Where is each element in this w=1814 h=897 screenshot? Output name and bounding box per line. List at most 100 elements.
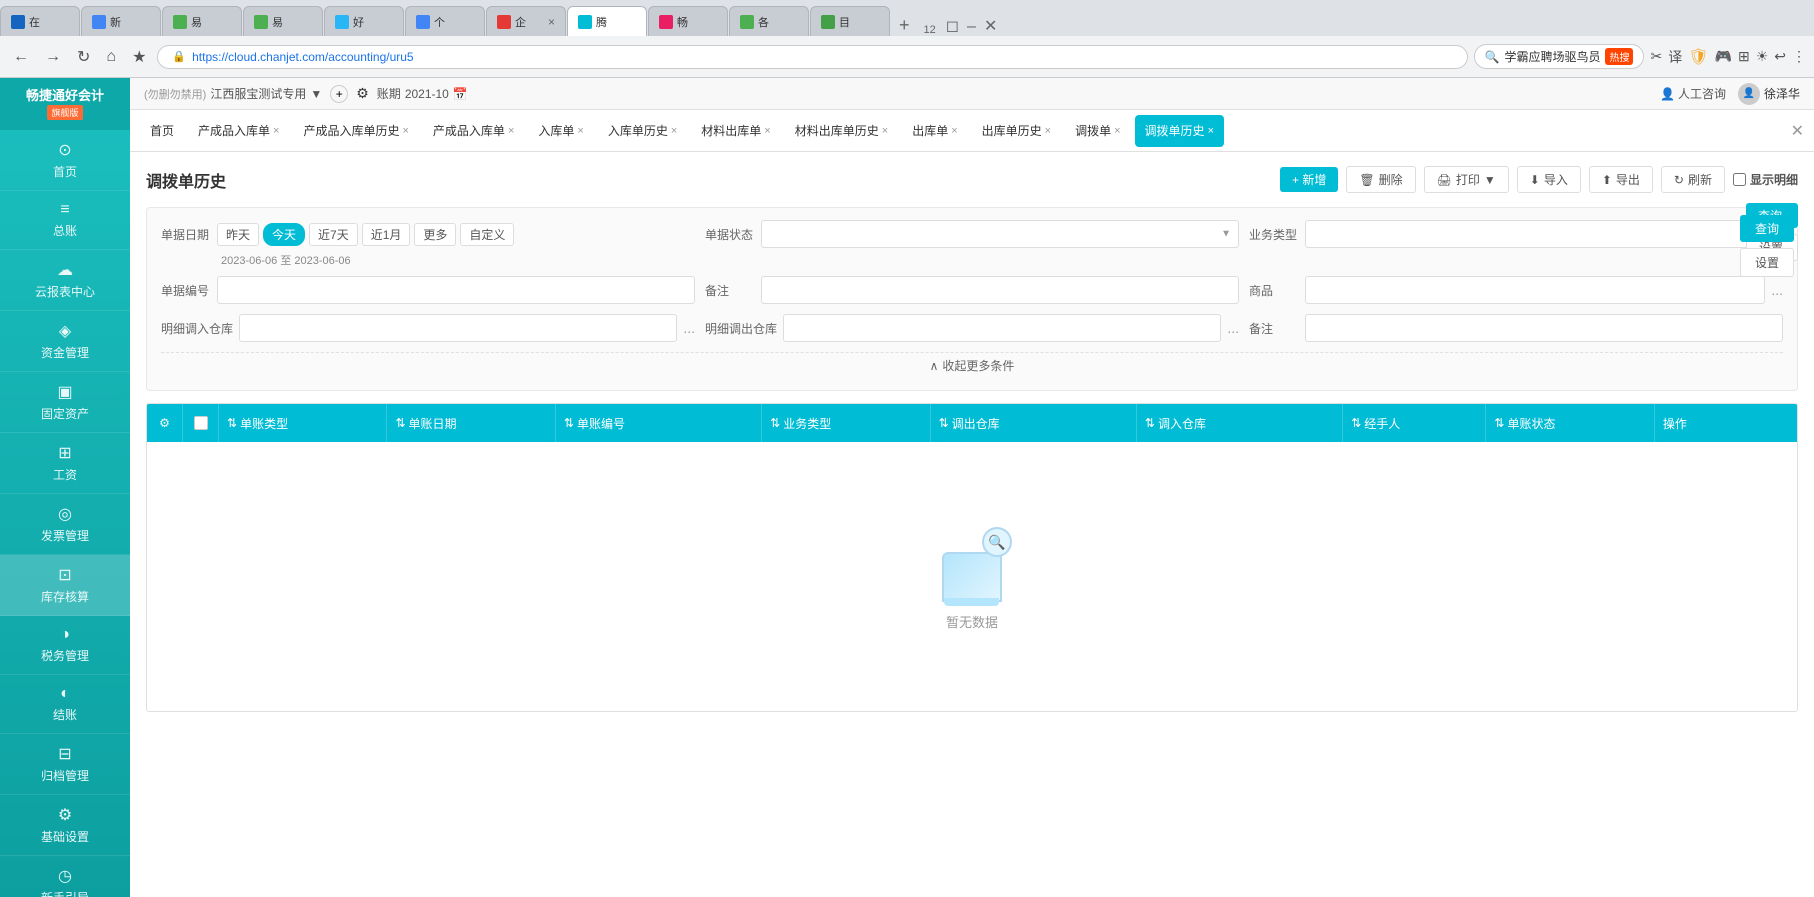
nav-tab-product-instock[interactable]: 产成品入库单 × xyxy=(188,115,289,147)
th-in-warehouse[interactable]: ⇅ 调入仓库 xyxy=(1137,404,1343,442)
browser-tab-6[interactable]: 个 xyxy=(405,6,485,36)
date-btn-7days[interactable]: 近7天 xyxy=(309,223,358,246)
sidebar-item-fund[interactable]: ◈ 资金管理 xyxy=(0,311,130,372)
biz-type-select[interactable] xyxy=(1305,220,1783,248)
query-button-abs[interactable]: 查询 xyxy=(1740,215,1794,242)
th-type[interactable]: ⇅ 单账类型 xyxy=(219,404,387,442)
nav-tab-close-3[interactable]: × xyxy=(508,125,514,137)
calendar-icon[interactable]: 📅 xyxy=(453,87,468,101)
browser-tab-1[interactable]: 在 xyxy=(0,6,80,36)
nav-tab-close-10[interactable]: × xyxy=(1114,125,1120,137)
sidebar-item-payroll[interactable]: ⊞ 工资 xyxy=(0,433,130,494)
close-browser-icon[interactable]: ✕ xyxy=(980,16,1001,36)
nav-tab-close-2[interactable]: × xyxy=(402,125,408,137)
th-number[interactable]: ⇅ 单账编号 xyxy=(556,404,762,442)
th-status[interactable]: ⇅ 单账状态 xyxy=(1486,404,1654,442)
menu-icon[interactable]: ⋮ xyxy=(1792,48,1806,65)
sidebar-item-guide[interactable]: ◷ 新手引导 xyxy=(0,856,130,897)
new-button[interactable]: + 新增 xyxy=(1280,167,1338,192)
star-button[interactable]: ★ xyxy=(127,45,151,69)
sidebar-item-fixed-assets[interactable]: ▣ 固定资产 xyxy=(0,372,130,433)
nav-tab-close-6[interactable]: × xyxy=(764,125,770,137)
browser-tab-11[interactable]: 目 xyxy=(810,6,890,36)
nav-tab-outstock-history[interactable]: 出库单历史 × xyxy=(972,115,1061,147)
th-date[interactable]: ⇅ 单账日期 xyxy=(387,404,555,442)
nav-tab-home[interactable]: 首页 xyxy=(140,115,184,147)
sidebar-item-archive[interactable]: ⊟ 归档管理 xyxy=(0,734,130,795)
refresh-browser-button[interactable]: ↻ xyxy=(72,45,95,69)
sidebar-item-inventory[interactable]: ⊡ 库存核算 xyxy=(0,555,130,616)
delete-button[interactable]: 🗑 删除 xyxy=(1346,166,1415,193)
back-button[interactable]: ← xyxy=(8,46,34,68)
detail-in-warehouse-input[interactable] xyxy=(239,314,677,342)
browser-tab-7[interactable]: 企 × xyxy=(486,6,566,36)
detail-out-warehouse-input[interactable] xyxy=(783,314,1221,342)
th-checkbox[interactable] xyxy=(183,404,219,442)
show-detail-checkbox[interactable] xyxy=(1733,173,1746,186)
add-company-button[interactable]: + xyxy=(330,85,348,103)
nav-tab-product-instock-2[interactable]: 产成品入库单 × xyxy=(423,115,524,147)
browser-tab-2[interactable]: 新 xyxy=(81,6,161,36)
import-button[interactable]: ⬇ 导入 xyxy=(1517,166,1581,193)
doc-number-input[interactable] xyxy=(217,276,695,304)
nav-tab-close-9[interactable]: × xyxy=(1045,125,1051,137)
nav-tab-product-instock-history[interactable]: 产成品入库单历史 × xyxy=(293,115,418,147)
note2-input[interactable] xyxy=(1305,314,1783,342)
out-warehouse-picker-button[interactable]: ... xyxy=(1227,320,1239,336)
minimize-icon[interactable]: – xyxy=(963,18,980,36)
in-warehouse-picker-button[interactable]: ... xyxy=(683,320,695,336)
sidebar-item-settings[interactable]: ⚙ 基础设置 xyxy=(0,795,130,856)
date-btn-more[interactable]: 更多 xyxy=(414,223,456,246)
nav-tab-close-8[interactable]: × xyxy=(951,125,957,137)
sidebar-item-cloud-report[interactable]: ☁ 云报表中心 xyxy=(0,250,130,311)
browser-tab-4[interactable]: 易 xyxy=(243,6,323,36)
nav-tab-material-outstock[interactable]: 材料出库单 × xyxy=(691,115,780,147)
date-btn-1month[interactable]: 近1月 xyxy=(362,223,411,246)
restore-icon[interactable]: ◻ xyxy=(942,16,963,36)
nav-tab-instock-history[interactable]: 入库单历史 × xyxy=(598,115,687,147)
nav-tab-close-4[interactable]: × xyxy=(577,125,583,137)
tab-close-7[interactable]: × xyxy=(548,15,555,29)
browser-tab-9[interactable]: 畅 xyxy=(648,6,728,36)
date-btn-yesterday[interactable]: 昨天 xyxy=(217,223,259,246)
print-button[interactable]: 🖨 打印 ▼ xyxy=(1424,166,1509,193)
header-checkbox[interactable] xyxy=(194,416,208,430)
setting-button-abs[interactable]: 设置 xyxy=(1740,248,1794,277)
sidebar-item-close-book[interactable]: ◐ 结账 xyxy=(0,675,130,734)
nav-tab-close-7[interactable]: × xyxy=(882,125,888,137)
nav-tab-close-5[interactable]: × xyxy=(671,125,677,137)
date-btn-today[interactable]: 今天 xyxy=(263,223,305,246)
nav-tab-transfer[interactable]: 调拨单 × xyxy=(1065,115,1130,147)
status-select[interactable] xyxy=(761,220,1239,248)
forward-button[interactable]: → xyxy=(40,46,66,68)
user-profile[interactable]: 👤 徐泽华 xyxy=(1738,83,1800,105)
date-btn-custom[interactable]: 自定义 xyxy=(460,223,514,246)
goods-picker-button[interactable]: ... xyxy=(1771,282,1783,298)
account-selector[interactable]: (勿删勿禁用) 江西服宝测试专用 ▼ xyxy=(144,85,322,102)
export-button[interactable]: ⬆ 导出 xyxy=(1589,166,1653,193)
note-input[interactable] xyxy=(761,276,1239,304)
nav-tab-close-1[interactable]: × xyxy=(273,125,279,137)
sidebar-item-ledger[interactable]: ≡ 总账 xyxy=(0,191,130,250)
nav-tab-outstock[interactable]: 出库单 × xyxy=(902,115,967,147)
browser-tab-10[interactable]: 各 xyxy=(729,6,809,36)
nav-tab-transfer-history[interactable]: 调拨单历史 × xyxy=(1135,115,1224,147)
nav-tab-close-11[interactable]: × xyxy=(1208,125,1214,137)
th-biz-type[interactable]: ⇅ 业务类型 xyxy=(762,404,930,442)
close-all-tabs-button[interactable]: ✕ xyxy=(1791,121,1804,141)
show-detail-toggle[interactable]: 显示明细 xyxy=(1733,171,1798,188)
browser-tab-8[interactable]: 腾 xyxy=(567,6,647,36)
th-gear[interactable]: ⚙ xyxy=(147,404,183,442)
customer-service-button[interactable]: 👤 人工咨询 xyxy=(1660,85,1726,102)
tab-add-button[interactable]: + xyxy=(891,15,918,36)
refresh-button[interactable]: ↻ 刷新 xyxy=(1661,166,1725,193)
sidebar-item-invoice[interactable]: ◎ 发票管理 xyxy=(0,494,130,555)
gear-settings-icon[interactable]: ⚙ xyxy=(356,85,369,102)
nav-tab-instock[interactable]: 入库单 × xyxy=(528,115,593,147)
url-bar[interactable]: 🔒 https://cloud.chanjet.com/accounting/u… xyxy=(157,45,1467,69)
sidebar-item-tax[interactable]: ◑ 税务管理 xyxy=(0,616,130,675)
sidebar-item-home[interactable]: ⊙ 首页 xyxy=(0,130,130,191)
th-operator[interactable]: ⇅ 经手人 xyxy=(1343,404,1486,442)
goods-input[interactable] xyxy=(1305,276,1765,304)
home-button[interactable]: ⌂ xyxy=(101,46,121,68)
